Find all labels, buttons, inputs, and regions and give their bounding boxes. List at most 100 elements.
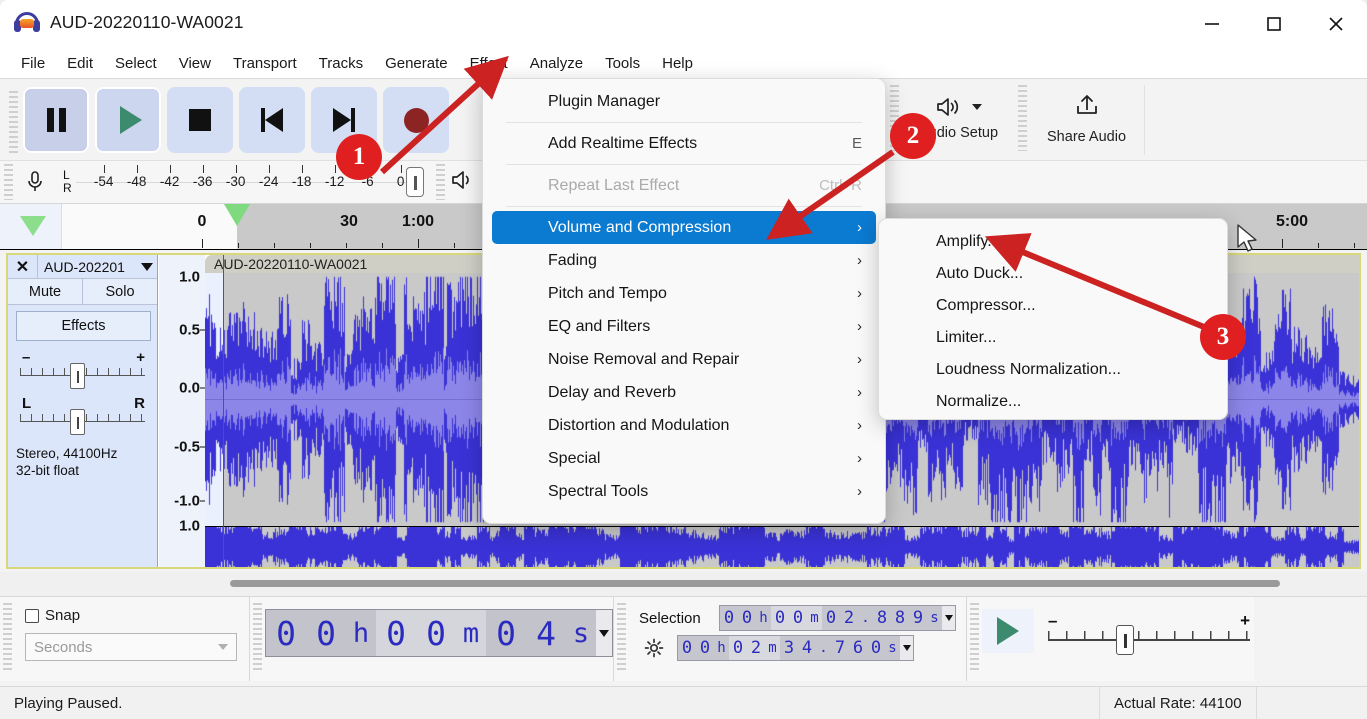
menu-transport[interactable]: Transport (222, 52, 308, 75)
menu-analyze[interactable]: Analyze (519, 52, 594, 75)
selection-end-digit[interactable]: 2 (747, 636, 765, 660)
selection-start-digit[interactable]: 8 (891, 606, 909, 630)
selection-start-digit[interactable]: 0 (738, 606, 756, 630)
audio-position-digit[interactable]: 0 (266, 610, 306, 656)
record-button[interactable] (383, 87, 449, 153)
submenu-item-compressor[interactable]: Compressor... (884, 290, 1222, 322)
submenu-item-normalize[interactable]: Normalize... (884, 386, 1222, 418)
close-icon[interactable] (1305, 0, 1367, 48)
selection-start-unit[interactable]: h (756, 606, 771, 630)
submenu-item-loudness-normalization[interactable]: Loudness Normalization... (884, 354, 1222, 386)
menu-tracks[interactable]: Tracks (308, 52, 374, 75)
gain-slider[interactable]: – + (16, 351, 149, 387)
effect-menu-popup[interactable]: Plugin ManagerAdd Realtime EffectsERepea… (482, 78, 886, 524)
track-name-dropdown[interactable]: AUD-202201 (38, 255, 157, 278)
meter-toolbar-grip[interactable] (4, 164, 13, 200)
selection-start-unit[interactable]: s (927, 606, 942, 630)
selection-end-unit[interactable]: h (714, 636, 729, 660)
effect-menu-item-pitch-and-tempo[interactable]: Pitch and Tempo› (492, 277, 876, 310)
pinned-playhead-icon[interactable] (0, 204, 62, 249)
selection-start-dropdown-icon[interactable] (942, 606, 955, 630)
play-speed-slider[interactable]: – + (1044, 609, 1254, 653)
volume-and-compression-submenu[interactable]: Amplify...Auto Duck...Compressor...Limit… (878, 218, 1228, 420)
selection-start-digit[interactable]: 8 (873, 606, 891, 630)
snapping-toolbar-grip[interactable] (3, 603, 12, 673)
audio-position-digit[interactable]: 4 (526, 610, 566, 656)
effect-menu-item-noise-removal-and-repair[interactable]: Noise Removal and Repair› (492, 343, 876, 376)
effect-menu-item-fading[interactable]: Fading› (492, 244, 876, 277)
effect-menu-item-volume-and-compression[interactable]: Volume and Compression› (492, 211, 876, 244)
effect-menu-item-plugin-manager[interactable]: Plugin Manager (492, 85, 876, 118)
submenu-item-limiter[interactable]: Limiter... (884, 322, 1222, 354)
share-audio-grip[interactable] (1018, 85, 1027, 151)
snap-unit-select[interactable]: Seconds (25, 633, 237, 661)
audio-position-dropdown-icon[interactable] (596, 610, 612, 656)
waveform-right-channel[interactable] (205, 527, 1359, 567)
horizontal-scrollbar-thumb[interactable] (230, 580, 1280, 587)
selection-start-unit[interactable]: . (858, 606, 873, 630)
selection-end-digit[interactable]: 0 (729, 636, 747, 660)
horizontal-scrollbar[interactable] (0, 572, 1367, 596)
time-toolbar-grip[interactable] (253, 603, 262, 673)
skip-to-start-button[interactable] (239, 87, 305, 153)
share-audio-button[interactable]: Share Audio (1031, 83, 1142, 153)
menu-file[interactable]: File (10, 52, 56, 75)
effect-menu-item-eq-and-filters[interactable]: EQ and Filters› (492, 310, 876, 343)
selection-start-digit[interactable]: 2 (840, 606, 858, 630)
effect-menu-item-delay-and-reverb[interactable]: Delay and Reverb› (492, 376, 876, 409)
selection-end-unit[interactable]: m (765, 636, 780, 660)
effect-menu-item-spectral-tools[interactable]: Spectral Tools› (492, 475, 876, 508)
snap-checkbox[interactable] (25, 609, 39, 623)
selection-end-digit[interactable]: 0 (678, 636, 696, 660)
selection-start-digit[interactable]: 0 (720, 606, 738, 630)
selection-end-unit[interactable]: s (885, 636, 900, 660)
maximize-icon[interactable] (1243, 0, 1305, 48)
minimize-icon[interactable] (1181, 0, 1243, 48)
stop-button[interactable] (167, 87, 233, 153)
audio-position-unit[interactable]: h (346, 610, 376, 656)
submenu-item-amplify[interactable]: Amplify... (884, 226, 1222, 258)
menu-help[interactable]: Help (651, 52, 704, 75)
menu-tools[interactable]: Tools (594, 52, 651, 75)
gain-slider-thumb[interactable] (70, 363, 85, 389)
effect-menu-item-special[interactable]: Special› (492, 442, 876, 475)
effect-menu-item-distortion-and-modulation[interactable]: Distortion and Modulation› (492, 409, 876, 442)
selection-start-digit[interactable]: 0 (822, 606, 840, 630)
pause-button[interactable] (23, 87, 89, 153)
menu-view[interactable]: View (168, 52, 222, 75)
selection-end-digit[interactable]: 0 (696, 636, 714, 660)
audio-position-digit[interactable]: 0 (376, 610, 416, 656)
close-track-icon[interactable]: ✕ (8, 255, 38, 278)
menu-effect[interactable]: Effect (459, 52, 519, 75)
playback-meter-grip[interactable] (436, 164, 445, 200)
audio-position-display[interactable]: 00h00m04s (265, 609, 613, 657)
selection-start-digit[interactable]: 0 (771, 606, 789, 630)
audio-position-digit[interactable]: 0 (486, 610, 526, 656)
pan-slider[interactable]: L R (16, 397, 149, 433)
selection-end-unit[interactable]: . (816, 636, 831, 660)
selection-end-dropdown-icon[interactable] (900, 636, 913, 660)
audio-position-digit[interactable]: 0 (306, 610, 346, 656)
selection-end-digit[interactable]: 4 (798, 636, 816, 660)
transport-toolbar-grip[interactable] (9, 91, 18, 153)
selection-end-display[interactable]: 00h02m34.760s (677, 635, 914, 661)
selection-start-display[interactable]: 00h00m02.889s (719, 605, 956, 631)
selection-end-digit[interactable]: 0 (867, 636, 885, 660)
menu-edit[interactable]: Edit (56, 52, 104, 75)
selection-start-digit[interactable]: 9 (909, 606, 927, 630)
gear-icon[interactable] (639, 637, 669, 659)
pan-slider-thumb[interactable] (70, 409, 85, 435)
recording-volume-slider[interactable] (406, 167, 424, 197)
menu-select[interactable]: Select (104, 52, 168, 75)
selection-end-digit[interactable]: 7 (831, 636, 849, 660)
selection-end-digit[interactable]: 6 (849, 636, 867, 660)
audio-position-unit[interactable]: m (456, 610, 486, 656)
play-speed-toolbar-grip[interactable] (970, 603, 979, 673)
menu-generate[interactable]: Generate (374, 52, 459, 75)
selection-start-digit[interactable]: 0 (789, 606, 807, 630)
mute-button[interactable]: Mute (8, 279, 83, 304)
effects-button[interactable]: Effects (16, 311, 151, 341)
play-button[interactable] (95, 87, 161, 153)
playback-speaker-icon[interactable] (451, 169, 477, 196)
selection-toolbar-grip[interactable] (617, 603, 626, 673)
